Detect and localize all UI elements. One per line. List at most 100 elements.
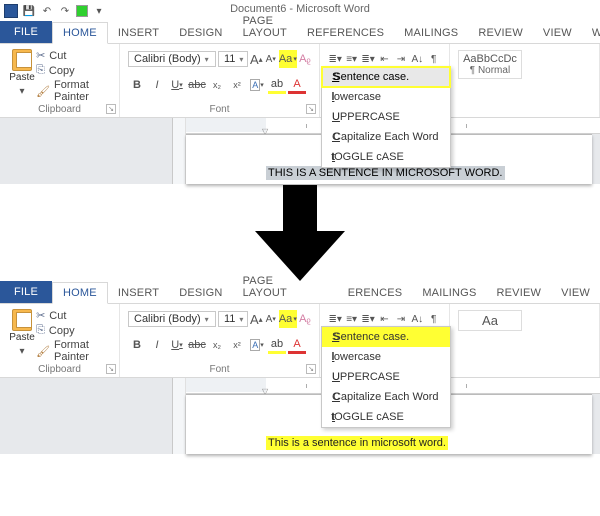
ribbon: Paste ▾ ✂Cut ⎘Copy 🖌Format Painter Clipb… <box>0 44 600 118</box>
strikethrough-button[interactable]: abc <box>188 336 206 354</box>
document-text-result[interactable]: This is a sentence in microsoft word. <box>266 436 448 450</box>
decrease-font-size-button[interactable]: A▾ <box>265 310 277 328</box>
tab-page-layout[interactable]: PAGE LAYOUT <box>233 271 318 303</box>
menu-item-sentence-case[interactable]: SSentence case. <box>322 67 450 87</box>
font-name-combo[interactable]: Calibri (Body)▾ <box>128 51 216 67</box>
tab-page-layout[interactable]: PAGE LAYOUT <box>233 11 297 43</box>
italic-button[interactable]: I <box>148 76 166 94</box>
menu-item-lowercase[interactable]: llowercase <box>322 87 450 107</box>
text-highlight-color-button[interactable]: ab <box>268 76 286 94</box>
clipboard-dialog-launcher-icon[interactable]: ↘ <box>106 104 116 114</box>
font-name-value: Calibri (Body) <box>134 313 201 325</box>
paste-button[interactable]: Paste ▾ <box>8 307 36 359</box>
underline-button[interactable]: U▾ <box>168 336 186 354</box>
paste-menu-icon[interactable]: ▾ <box>15 84 29 98</box>
tab-file[interactable]: FILE <box>0 281 52 303</box>
underline-button[interactable]: U▾ <box>168 76 186 94</box>
font-size-combo[interactable]: 11▾ <box>218 51 248 67</box>
change-case-button[interactable]: Aa▾ <box>279 310 297 328</box>
change-case-label: Aa <box>279 313 292 325</box>
clear-formatting-button[interactable]: Aᵨ <box>299 310 311 328</box>
paste-button[interactable]: Paste ▾ <box>8 47 36 99</box>
text-highlight-color-button[interactable]: ab <box>268 336 286 354</box>
change-case-button[interactable]: Aa▾ <box>279 50 297 68</box>
tab-design[interactable]: DESIGN <box>169 283 232 303</box>
copy-label: Copy <box>49 325 75 337</box>
tab-view[interactable]: VIEW <box>533 23 582 43</box>
redo-icon[interactable]: ↷ <box>58 4 72 18</box>
paste-menu-icon[interactable]: ▾ <box>15 344 29 358</box>
menu-item-label: lowercase <box>331 351 381 363</box>
menu-item-capitalize-each-word[interactable]: CCapitalize Each Word <box>322 127 450 147</box>
font-color-button[interactable]: A <box>288 336 306 354</box>
tab-review[interactable]: REVIEW <box>486 283 551 303</box>
cut-button[interactable]: ✂ Cut <box>36 49 111 62</box>
tab-insert[interactable]: INSERT <box>108 23 169 43</box>
menu-item-label: lowercase <box>331 91 381 103</box>
qat-more-icon[interactable]: ▾ <box>92 4 106 18</box>
menu-item-uppercase[interactable]: UUPPERCASE <box>322 107 450 127</box>
clipboard-dialog-launcher-icon[interactable]: ↘ <box>106 364 116 374</box>
clear-formatting-button[interactable]: Aᵨ <box>299 50 311 68</box>
copy-button[interactable]: ⎘Copy <box>36 324 111 337</box>
font-color-button[interactable]: A <box>288 76 306 94</box>
superscript-button[interactable]: x² <box>228 76 246 94</box>
menu-item-label: tOGGLE cASE <box>331 151 404 163</box>
style-normal[interactable]: Aa <box>458 310 522 331</box>
style-normal[interactable]: AaBbCcDc ¶ Normal <box>458 50 522 79</box>
bold-button[interactable]: B <box>128 76 146 94</box>
document-text-selected[interactable]: THIS IS A SENTENCE IN MICROSOFT WORD. <box>266 166 505 180</box>
font-dialog-launcher-icon[interactable]: ↘ <box>306 364 316 374</box>
group-styles: AaBbCcDc ¶ Normal <box>450 44 600 117</box>
scissors-icon: ✂ <box>36 49 45 62</box>
tab-file[interactable]: FILE <box>0 21 52 43</box>
menu-item-lowercase[interactable]: llowercase <box>322 347 450 367</box>
cut-button[interactable]: ✂Cut <box>36 309 111 322</box>
tab-mailings[interactable]: MAILINGS <box>394 23 468 43</box>
chevron-down-icon: ▾ <box>179 81 183 89</box>
format-painter-button[interactable]: 🖌Format Painter <box>36 79 111 103</box>
undo-icon[interactable]: ↶ <box>40 4 54 18</box>
tab-references[interactable]: REFERENCES <box>297 23 394 43</box>
tab-home[interactable]: HOME <box>52 22 108 44</box>
increase-font-size-button[interactable]: A▴ <box>250 310 263 328</box>
tab-design[interactable]: DESIGN <box>169 23 232 43</box>
transition-arrow <box>0 184 600 282</box>
group-label-clipboard: Clipboard <box>0 364 119 375</box>
text-effects-button[interactable]: A▾ <box>248 76 266 94</box>
tab-view[interactable]: VIEW <box>551 283 600 303</box>
format-painter-label: Format Painter <box>54 339 111 363</box>
strikethrough-button[interactable]: abc <box>188 76 206 94</box>
italic-button[interactable]: I <box>148 336 166 354</box>
change-case-label: Aa <box>279 53 292 65</box>
paste-label: Paste <box>9 72 35 83</box>
arrow-down-icon <box>255 185 345 281</box>
save-icon[interactable]: 💾 <box>22 4 36 18</box>
subscript-button[interactable]: x₂ <box>208 336 226 354</box>
copy-button[interactable]: ⎘Copy <box>36 64 111 77</box>
subscript-button[interactable]: x₂ <box>208 76 226 94</box>
menu-item-toggle-case[interactable]: ttOGGLE cASE <box>322 407 450 427</box>
font-dialog-launcher-icon[interactable]: ↘ <box>306 104 316 114</box>
tab-insert[interactable]: INSERT <box>108 283 169 303</box>
decrease-font-size-button[interactable]: A▾ <box>265 50 277 68</box>
menu-item-sentence-case[interactable]: SSentence case. <box>322 327 450 347</box>
tab-references-partial[interactable]: ERENCES <box>318 283 413 303</box>
tab-home[interactable]: HOME <box>52 282 108 304</box>
tab-review[interactable]: REVIEW <box>468 23 533 43</box>
menu-item-toggle-case[interactable]: ttOGGLE cASE <box>322 147 450 167</box>
document-area: ▽ 1 2 This is a sentence in microsoft wo… <box>0 378 600 454</box>
cut-label: Cut <box>49 50 66 62</box>
font-name-combo[interactable]: Calibri (Body)▾ <box>128 311 216 327</box>
menu-item-uppercase[interactable]: UUPPERCASE <box>322 367 450 387</box>
superscript-button[interactable]: x² <box>228 336 246 354</box>
bold-button[interactable]: B <box>128 336 146 354</box>
tab-worldox[interactable]: WORLDOX <box>582 23 600 43</box>
text-effects-button[interactable]: A▾ <box>248 336 266 354</box>
highlight-color-swatch-icon[interactable] <box>76 5 88 17</box>
menu-item-capitalize-each-word[interactable]: CCapitalize Each Word <box>322 387 450 407</box>
format-painter-button[interactable]: 🖌Format Painter <box>36 339 111 363</box>
tab-mailings[interactable]: MAILINGS <box>412 283 486 303</box>
font-size-combo[interactable]: 11▾ <box>218 311 248 327</box>
increase-font-size-button[interactable]: A▴ <box>250 50 263 68</box>
